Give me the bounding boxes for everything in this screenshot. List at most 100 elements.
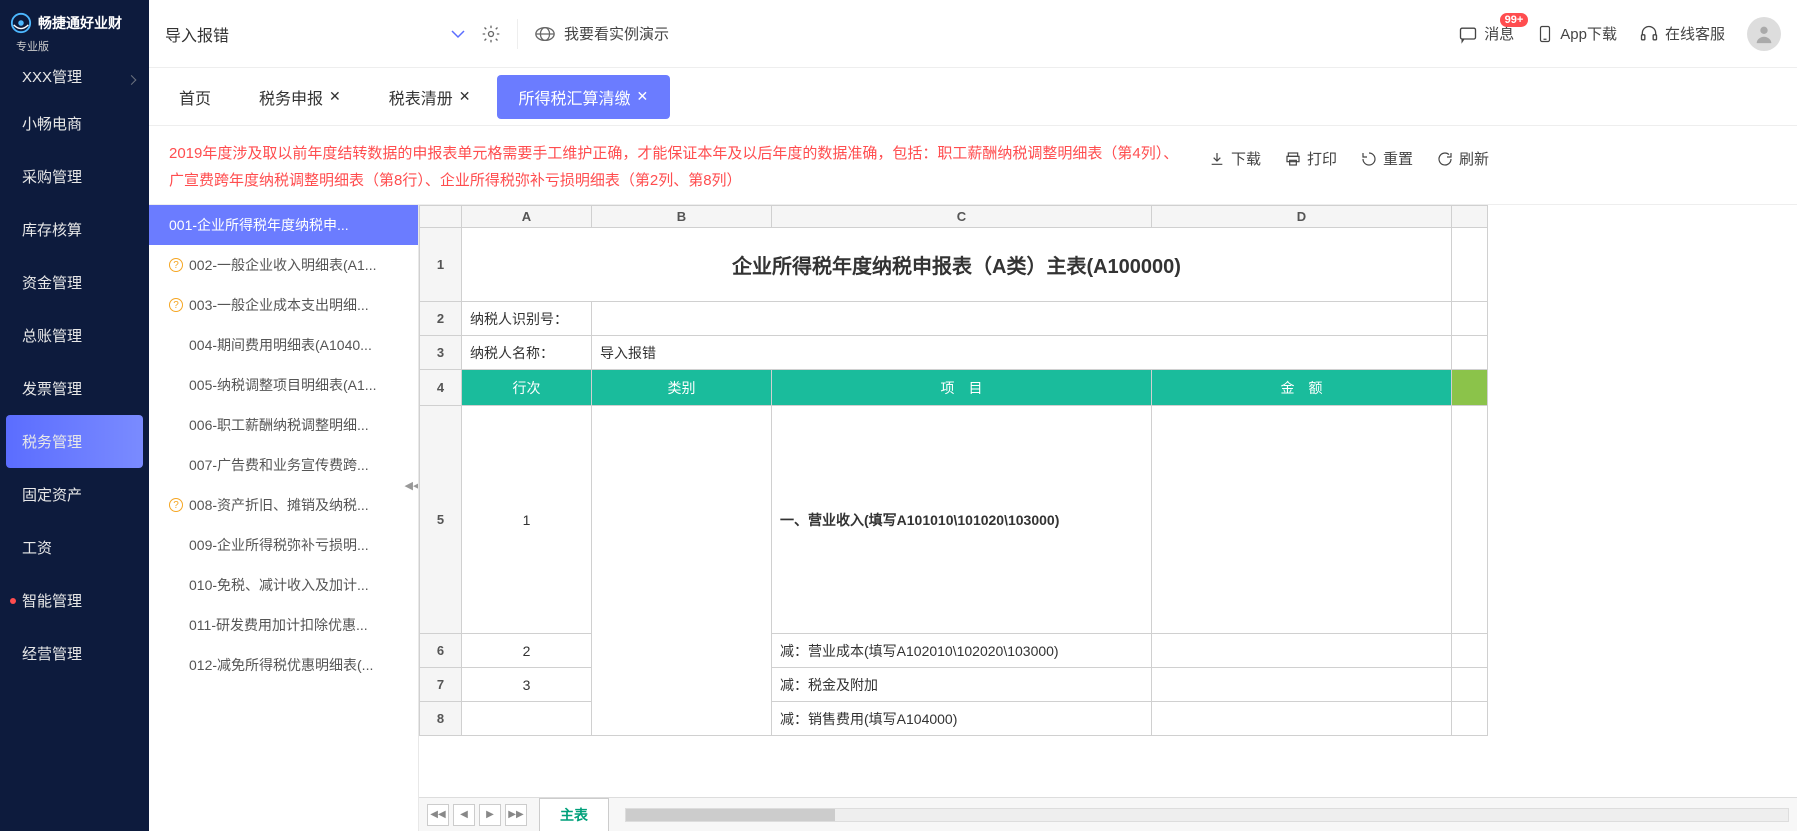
cell-amount-2[interactable] bbox=[1152, 634, 1452, 668]
sidebar-item-ledger[interactable]: 总账管理 bbox=[0, 309, 149, 362]
sidebar-item-purchase[interactable]: 采购管理 bbox=[0, 150, 149, 203]
taxpayer-name-value[interactable]: 导入报错 bbox=[592, 336, 1452, 370]
sheet-nav-first[interactable]: ◀◀ bbox=[427, 804, 449, 826]
close-icon[interactable]: ✕ bbox=[637, 88, 649, 105]
row-head-6[interactable]: 6 bbox=[420, 634, 462, 668]
col-head-extra[interactable] bbox=[1452, 206, 1488, 228]
sheet-nav-last[interactable]: ▶▶ bbox=[505, 804, 527, 826]
col-head-c[interactable]: C bbox=[772, 206, 1152, 228]
cell-category[interactable] bbox=[592, 406, 772, 736]
row-head-8[interactable]: 8 bbox=[420, 702, 462, 736]
close-icon[interactable]: ✕ bbox=[329, 88, 341, 105]
cell-item-3[interactable]: 减：税金及附加 bbox=[772, 668, 1152, 702]
help-icon[interactable]: ? bbox=[169, 498, 183, 512]
col-head-b[interactable]: B bbox=[592, 206, 772, 228]
tree-item-012[interactable]: 012-减免所得税优惠明细表(... bbox=[149, 645, 418, 685]
tree-item-003[interactable]: ?003-一般企业成本支出明细... bbox=[149, 285, 418, 325]
sheet-title[interactable]: 企业所得税年度纳税申报表（A类）主表(A100000) bbox=[462, 228, 1452, 302]
sheet-tab-main[interactable]: 主表 bbox=[539, 798, 609, 831]
cell-item-2[interactable]: 减：营业成本(填写A102010\102020\103000) bbox=[772, 634, 1152, 668]
content-area: 001-企业所得税年度纳税申... ?002-一般企业收入明细表(A1... ?… bbox=[149, 204, 1797, 831]
col-head-d[interactable]: D bbox=[1152, 206, 1452, 228]
avatar[interactable] bbox=[1747, 17, 1781, 51]
tree-item-002[interactable]: ?002-一般企业收入明细表(A1... bbox=[149, 245, 418, 285]
sidebar-item-invoice[interactable]: 发票管理 bbox=[0, 362, 149, 415]
demo-link[interactable]: 我要看实例演示 bbox=[534, 23, 669, 45]
corner-cell[interactable] bbox=[420, 206, 462, 228]
refresh-icon bbox=[1437, 151, 1453, 167]
taxpayer-name-label[interactable]: 纳税人名称： bbox=[462, 336, 592, 370]
sidebar-item-funds[interactable]: 资金管理 bbox=[0, 256, 149, 309]
sidebar-item-smart[interactable]: 智能管理 bbox=[0, 574, 149, 627]
close-icon[interactable]: ✕ bbox=[459, 88, 471, 105]
globe-icon bbox=[534, 23, 556, 45]
cell-line-3[interactable]: 3 bbox=[462, 668, 592, 702]
help-icon[interactable]: ? bbox=[169, 298, 183, 312]
divider bbox=[517, 19, 518, 49]
collapse-handle[interactable]: ◀◀ bbox=[407, 465, 419, 505]
tree-item-007[interactable]: 007-广告费和业务宣传费跨... bbox=[149, 445, 418, 485]
sidebar: 畅捷通好业财 专业版 XXX管理 小畅电商 采购管理 库存核算 资金管理 总账管… bbox=[0, 0, 149, 831]
messages-button[interactable]: 消息 99+ bbox=[1458, 23, 1514, 44]
tab-bar: 首页 税务申报 ✕ 税表清册 ✕ 所得税汇算清缴 ✕ bbox=[149, 68, 1797, 126]
reset-button[interactable]: 重置 bbox=[1361, 148, 1413, 169]
gear-icon[interactable] bbox=[481, 24, 501, 44]
brand-name: 畅捷通好业财 bbox=[38, 13, 122, 33]
header-line[interactable]: 行次 bbox=[462, 370, 592, 406]
row-head-3[interactable]: 3 bbox=[420, 336, 462, 370]
app-download-button[interactable]: App下载 bbox=[1536, 23, 1617, 44]
refresh-button[interactable]: 刷新 bbox=[1437, 148, 1489, 169]
help-icon[interactable]: ? bbox=[169, 258, 183, 272]
sidebar-item-tax[interactable]: 税务管理 bbox=[6, 415, 143, 468]
sidebar-item-operation[interactable]: 经营管理 bbox=[0, 627, 149, 680]
tree-item-010[interactable]: 010-免税、减计收入及加计... bbox=[149, 565, 418, 605]
tab-home[interactable]: 首页 bbox=[157, 75, 233, 119]
tree-item-004[interactable]: 004-期间费用明细表(A1040... bbox=[149, 325, 418, 365]
tree-item-008[interactable]: ?008-资产折旧、摊销及纳税... bbox=[149, 485, 418, 525]
row-head-1[interactable]: 1 bbox=[420, 228, 462, 302]
row-head-7[interactable]: 7 bbox=[420, 668, 462, 702]
form-tree: 001-企业所得税年度纳税申... ?002-一般企业收入明细表(A1... ?… bbox=[149, 205, 419, 831]
cell-item-1[interactable]: 一、营业收入(填写A101010\101020\103000) bbox=[772, 406, 1152, 634]
sheet-nav-next[interactable]: ▶ bbox=[479, 804, 501, 826]
row-head-4[interactable]: 4 bbox=[420, 370, 462, 406]
sidebar-item-ecommerce[interactable]: 小畅电商 bbox=[0, 97, 149, 150]
tree-item-005[interactable]: 005-纳税调整项目明细表(A1... bbox=[149, 365, 418, 405]
taxpayer-id-label[interactable]: 纳税人识别号： bbox=[462, 302, 592, 336]
row-head-5[interactable]: 5 bbox=[420, 406, 462, 634]
cell-item-4[interactable]: 减：销售费用(填写A104000) bbox=[772, 702, 1152, 736]
taxpayer-id-value[interactable] bbox=[592, 302, 1452, 336]
tree-item-001[interactable]: 001-企业所得税年度纳税申... bbox=[149, 205, 418, 245]
print-button[interactable]: 打印 bbox=[1285, 148, 1337, 169]
headset-icon bbox=[1639, 24, 1659, 44]
support-button[interactable]: 在线客服 bbox=[1639, 23, 1725, 44]
cell-line-1[interactable]: 1 bbox=[462, 406, 592, 634]
header-amount[interactable]: 金 额 bbox=[1152, 370, 1452, 406]
cell-amount-4[interactable] bbox=[1152, 702, 1452, 736]
header-item[interactable]: 项 目 bbox=[772, 370, 1152, 406]
cell-amount-1[interactable] bbox=[1152, 406, 1452, 634]
sidebar-item-salary[interactable]: 工资 bbox=[0, 521, 149, 574]
cell-line-2[interactable]: 2 bbox=[462, 634, 592, 668]
horizontal-scrollbar[interactable] bbox=[625, 808, 1789, 822]
header-category[interactable]: 类别 bbox=[592, 370, 772, 406]
tab-income-tax-settle[interactable]: 所得税汇算清缴 ✕ bbox=[497, 75, 671, 119]
sheet-grid[interactable]: A B C D 1 企业所得税年度纳税申报表（A类）主表(A100000) bbox=[419, 205, 1797, 797]
tab-tax-declare[interactable]: 税务申报 ✕ bbox=[237, 75, 363, 119]
company-selector[interactable]: 导入报错 bbox=[165, 22, 465, 46]
col-head-a[interactable]: A bbox=[462, 206, 592, 228]
cell-line-4[interactable] bbox=[462, 702, 592, 736]
tree-item-009[interactable]: 009-企业所得税弥补亏损明... bbox=[149, 525, 418, 565]
tree-item-011[interactable]: 011-研发费用加计扣除优惠... bbox=[149, 605, 418, 645]
tab-tax-list[interactable]: 税表清册 ✕ bbox=[367, 75, 493, 119]
row-head-2[interactable]: 2 bbox=[420, 302, 462, 336]
cell-amount-3[interactable] bbox=[1152, 668, 1452, 702]
sidebar-item-inventory[interactable]: 库存核算 bbox=[0, 203, 149, 256]
sidebar-item-assets[interactable]: 固定资产 bbox=[0, 468, 149, 521]
sheet-nav-prev[interactable]: ◀ bbox=[453, 804, 475, 826]
sidebar-item-0[interactable]: XXX管理 bbox=[0, 62, 149, 97]
tree-item-006[interactable]: 006-职工薪酬纳税调整明细... bbox=[149, 405, 418, 445]
download-button[interactable]: 下载 bbox=[1209, 148, 1261, 169]
brand-logo: 畅捷通好业财 bbox=[0, 0, 149, 38]
chevron-down-icon bbox=[451, 29, 465, 39]
